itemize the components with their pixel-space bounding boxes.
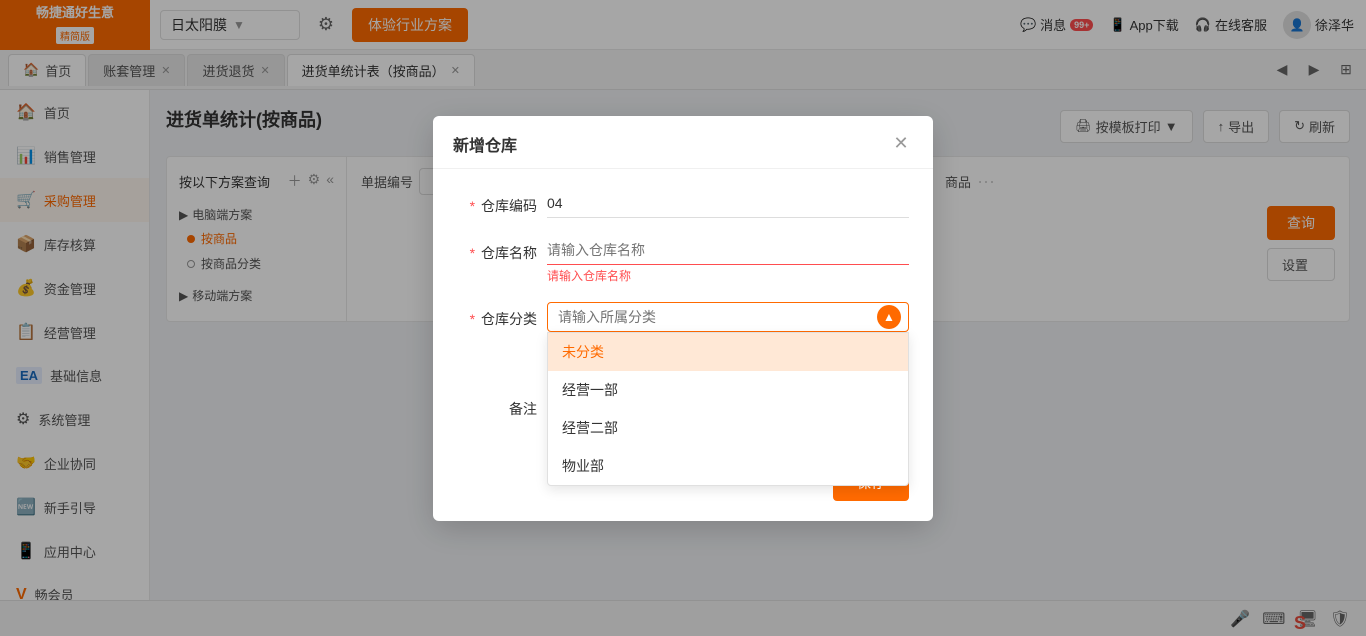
- dropdown-item-dept3[interactable]: 物业部: [548, 447, 908, 485]
- modal-warehouse: 新增仓库 ✕ * 仓库编码 * 仓库名称 请输入仓库名称: [433, 116, 933, 521]
- required-star-cat: *: [470, 311, 475, 327]
- category-input-wrapper: ▲ 未分类 经营一部 经营二部 物业部: [547, 302, 909, 332]
- dropdown-item-unclassified[interactable]: 未分类: [548, 333, 908, 371]
- modal-close-button[interactable]: ✕: [889, 132, 913, 156]
- dropdown-item-dept2[interactable]: 经营二部: [548, 409, 908, 447]
- modal-overlay[interactable]: 新增仓库 ✕ * 仓库编码 * 仓库名称 请输入仓库名称: [0, 0, 1366, 636]
- warehouse-code-label: * 仓库编码: [457, 189, 547, 216]
- modal-body: * 仓库编码 * 仓库名称 请输入仓库名称 *: [433, 169, 933, 437]
- warehouse-name-error: 请输入仓库名称: [547, 267, 909, 284]
- form-row-code: * 仓库编码: [457, 189, 909, 218]
- form-row-name: * 仓库名称 请输入仓库名称: [457, 236, 909, 284]
- warehouse-name-input[interactable]: [547, 236, 909, 265]
- required-star-name: *: [470, 245, 475, 261]
- form-row-category: * 仓库分类 ▲ 未分类 经营一部 经营二部 物业部: [457, 302, 909, 332]
- warehouse-code-input[interactable]: [547, 189, 909, 218]
- category-input[interactable]: [547, 302, 909, 332]
- warehouse-category-label: * 仓库分类: [457, 302, 547, 329]
- modal-header: 新增仓库 ✕: [433, 116, 933, 169]
- category-dropdown: 未分类 经营一部 经营二部 物业部: [547, 332, 909, 486]
- category-chevron-icon[interactable]: ▲: [877, 305, 901, 329]
- required-star-code: *: [470, 198, 475, 214]
- dropdown-item-dept1[interactable]: 经营一部: [548, 371, 908, 409]
- remark-label: 备注: [457, 392, 547, 419]
- warehouse-name-label: * 仓库名称: [457, 236, 547, 263]
- warehouse-name-wrapper: 请输入仓库名称: [547, 236, 909, 284]
- modal-title: 新增仓库: [453, 132, 517, 156]
